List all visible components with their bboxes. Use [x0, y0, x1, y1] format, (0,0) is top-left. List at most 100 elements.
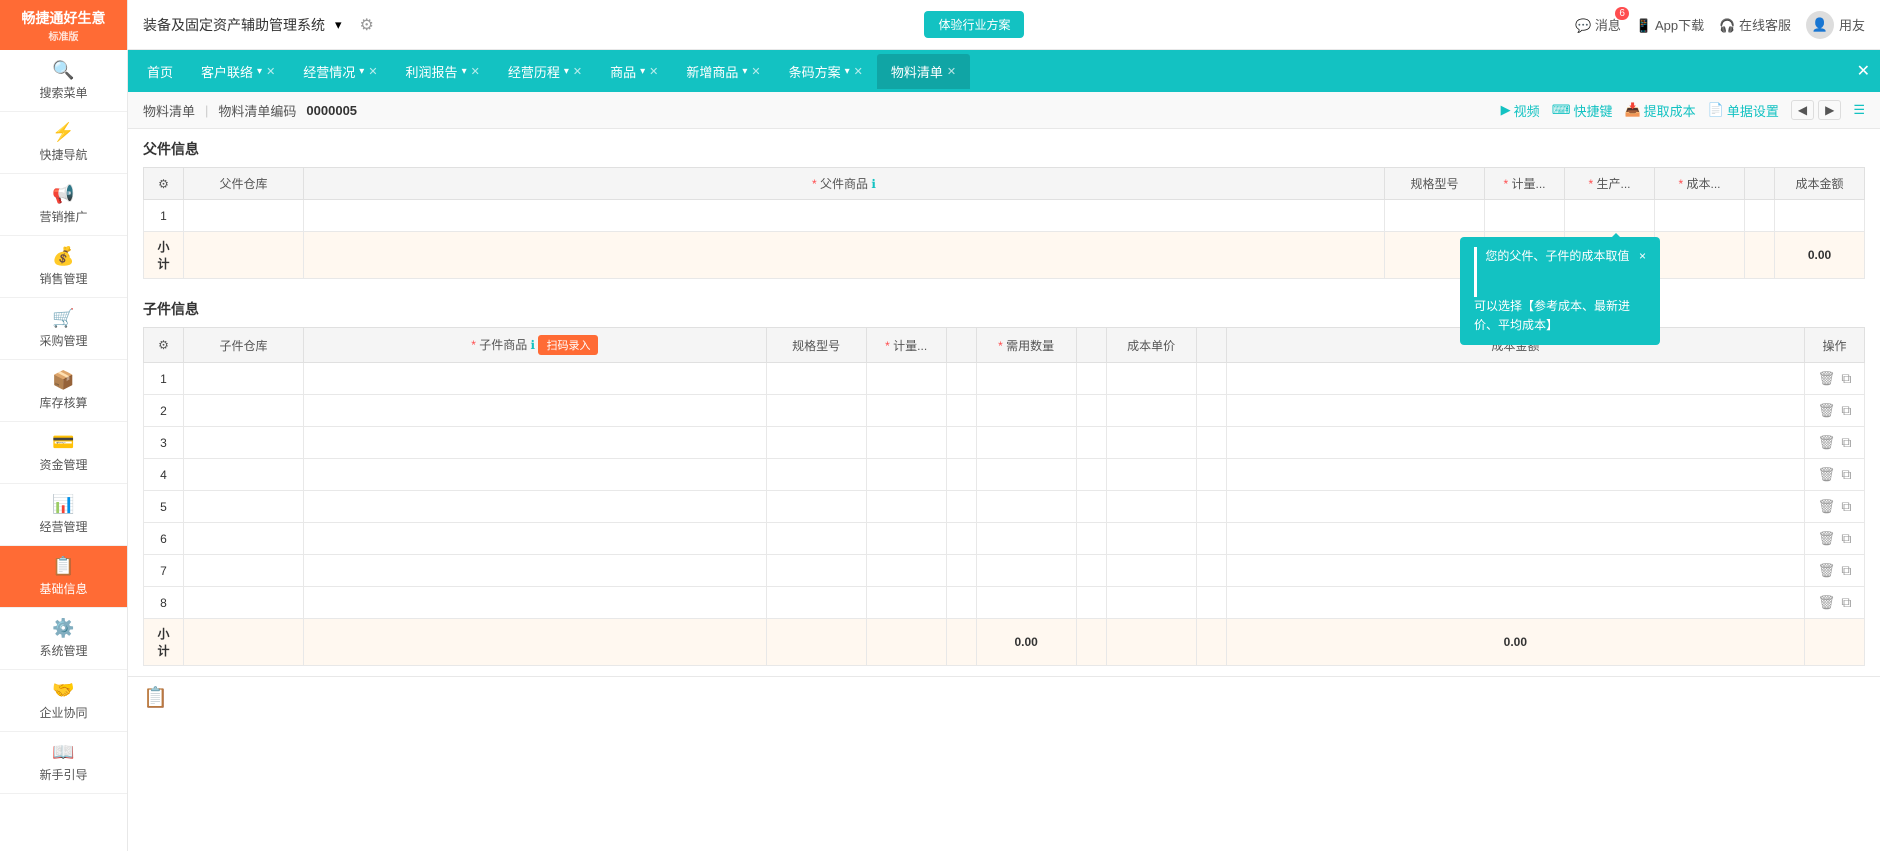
parent-produce-cell[interactable] — [1565, 200, 1655, 232]
shortcut-button[interactable]: ⌨ 快捷键 — [1552, 101, 1613, 120]
delete-icon-2[interactable]: 🗑 — [1818, 434, 1836, 451]
child-amount-6[interactable] — [1226, 555, 1804, 587]
parent-amount-cell[interactable] — [1775, 200, 1865, 232]
nav-tab-arrow-5[interactable]: ▾ — [640, 66, 645, 77]
nav-tab-7[interactable]: 条码方案▾✕ — [775, 54, 877, 89]
child-unitprice-3[interactable] — [1106, 459, 1196, 491]
nav-tab-close-2[interactable]: ✕ — [368, 65, 377, 78]
child-unit-0[interactable] — [866, 363, 946, 395]
close-tab-icon[interactable]: ✕ — [1852, 56, 1875, 86]
delete-icon-6[interactable]: 🗑 — [1818, 562, 1836, 579]
user-item[interactable]: 👤 用友 — [1806, 11, 1865, 39]
copy-icon-4[interactable]: ⧉ — [1841, 498, 1851, 515]
add-row-icon[interactable]: 📋 — [143, 685, 168, 710]
child-unit-7[interactable] — [866, 587, 946, 619]
child-unit-6[interactable] — [866, 555, 946, 587]
delete-icon-4[interactable]: 🗑 — [1818, 498, 1836, 515]
delete-icon-1[interactable]: 🗑 — [1818, 402, 1836, 419]
app-download-item[interactable]: 📱 App下载 — [1636, 15, 1704, 34]
child-product-2[interactable] — [304, 427, 767, 459]
child-product-3[interactable] — [304, 459, 767, 491]
child-qty-7[interactable] — [976, 587, 1076, 619]
sidebar-item-finance[interactable]: 💳 资金管理 — [0, 422, 127, 484]
parent-spec-cell[interactable] — [1385, 200, 1485, 232]
nav-tab-close-6[interactable]: ✕ — [751, 65, 760, 78]
nav-tab-close-1[interactable]: ✕ — [266, 65, 275, 78]
child-unitprice-4[interactable] — [1106, 491, 1196, 523]
child-spec-7[interactable] — [766, 587, 866, 619]
online-service-label[interactable]: 在线客服 — [1739, 18, 1791, 33]
cost-label[interactable]: 提取成本 — [1644, 101, 1696, 120]
child-unitprice-1[interactable] — [1106, 395, 1196, 427]
child-unit-5[interactable] — [866, 523, 946, 555]
sidebar-item-sales[interactable]: 💰 销售管理 — [0, 236, 127, 298]
child-spec-2[interactable] — [766, 427, 866, 459]
child-spec-1[interactable] — [766, 395, 866, 427]
sidebar-item-quick-nav[interactable]: ⚡ 快捷导航 — [0, 112, 127, 174]
child-spec-6[interactable] — [766, 555, 866, 587]
nav-tab-3[interactable]: 利润报告▾✕ — [392, 54, 494, 89]
shortcut-label[interactable]: 快捷键 — [1573, 101, 1612, 120]
nav-tab-0[interactable]: 首页 — [133, 54, 187, 89]
sidebar-item-guide[interactable]: 📖 新手引导 — [0, 732, 127, 794]
child-qty-5[interactable] — [976, 523, 1076, 555]
sidebar-item-marketing[interactable]: 📢 营销推广 — [0, 174, 127, 236]
sidebar-item-operations[interactable]: 📊 经营管理 — [0, 484, 127, 546]
child-unit-3[interactable] — [866, 459, 946, 491]
child-amount-0[interactable] — [1226, 363, 1804, 395]
child-spec-4[interactable] — [766, 491, 866, 523]
settings-label[interactable]: 单据设置 — [1727, 101, 1779, 120]
nav-tab-arrow-2[interactable]: ▾ — [359, 66, 364, 77]
copy-icon-5[interactable]: ⧉ — [1841, 530, 1851, 547]
trial-button[interactable]: 体验行业方案 — [924, 11, 1024, 38]
child-warehouse-5[interactable] — [184, 523, 304, 555]
delete-icon-0[interactable]: 🗑 — [1818, 370, 1836, 387]
copy-icon-1[interactable]: ⧉ — [1841, 402, 1851, 419]
child-product-7[interactable] — [304, 587, 767, 619]
nav-tab-close-3[interactable]: ✕ — [471, 65, 480, 78]
parent-unit-cell[interactable] — [1485, 200, 1565, 232]
message-item[interactable]: 💬 6 消息 — [1575, 15, 1621, 34]
sidebar-item-basic-info[interactable]: 📋 基础信息 — [0, 546, 127, 608]
nav-tab-arrow-1[interactable]: ▾ — [257, 66, 262, 77]
tooltip-close-btn[interactable]: × — [1639, 247, 1646, 266]
child-unitprice-2[interactable] — [1106, 427, 1196, 459]
child-spec-5[interactable] — [766, 523, 866, 555]
child-amount-3[interactable] — [1226, 459, 1804, 491]
child-unitprice-5[interactable] — [1106, 523, 1196, 555]
child-product-5[interactable] — [304, 523, 767, 555]
child-amount-4[interactable] — [1226, 491, 1804, 523]
list-view-icon[interactable]: ☰ — [1853, 102, 1865, 118]
child-spec-3[interactable] — [766, 459, 866, 491]
parent-warehouse-cell[interactable] — [184, 200, 304, 232]
child-warehouse-2[interactable] — [184, 427, 304, 459]
scan-button[interactable]: 扫码录入 — [538, 335, 598, 355]
child-unit-1[interactable] — [866, 395, 946, 427]
copy-icon-0[interactable]: ⧉ — [1841, 370, 1851, 387]
copy-icon-3[interactable]: ⧉ — [1841, 466, 1851, 483]
settings-button[interactable]: 📄 单据设置 — [1708, 101, 1779, 120]
delete-icon-7[interactable]: 🗑 — [1818, 594, 1836, 611]
breadcrumb-current[interactable]: 物料清单 — [143, 101, 195, 120]
child-unitprice-6[interactable] — [1106, 555, 1196, 587]
child-qty-6[interactable] — [976, 555, 1076, 587]
child-qty-4[interactable] — [976, 491, 1076, 523]
delete-icon-5[interactable]: 🗑 — [1818, 530, 1836, 547]
nav-tab-close-5[interactable]: ✕ — [649, 65, 658, 78]
nav-tab-2[interactable]: 经营情况▾✕ — [289, 54, 391, 89]
nav-tab-arrow-6[interactable]: ▾ — [742, 66, 747, 77]
nav-tab-5[interactable]: 商品▾✕ — [596, 54, 672, 89]
cost-button[interactable]: 📥 提取成本 — [1624, 101, 1695, 120]
child-unit-2[interactable] — [866, 427, 946, 459]
sidebar-item-purchase[interactable]: 🛒 采购管理 — [0, 298, 127, 360]
nav-tab-1[interactable]: 客户联络▾✕ — [187, 54, 289, 89]
child-qty-1[interactable] — [976, 395, 1076, 427]
child-warehouse-1[interactable] — [184, 395, 304, 427]
child-product-4[interactable] — [304, 491, 767, 523]
child-product-6[interactable] — [304, 555, 767, 587]
nav-tab-close-8[interactable]: ✕ — [947, 65, 956, 78]
online-service-item[interactable]: 🎧 在线客服 — [1719, 15, 1791, 34]
gear-icon[interactable]: ⚙ — [360, 15, 374, 35]
child-warehouse-4[interactable] — [184, 491, 304, 523]
nav-tab-close-7[interactable]: ✕ — [854, 65, 863, 78]
